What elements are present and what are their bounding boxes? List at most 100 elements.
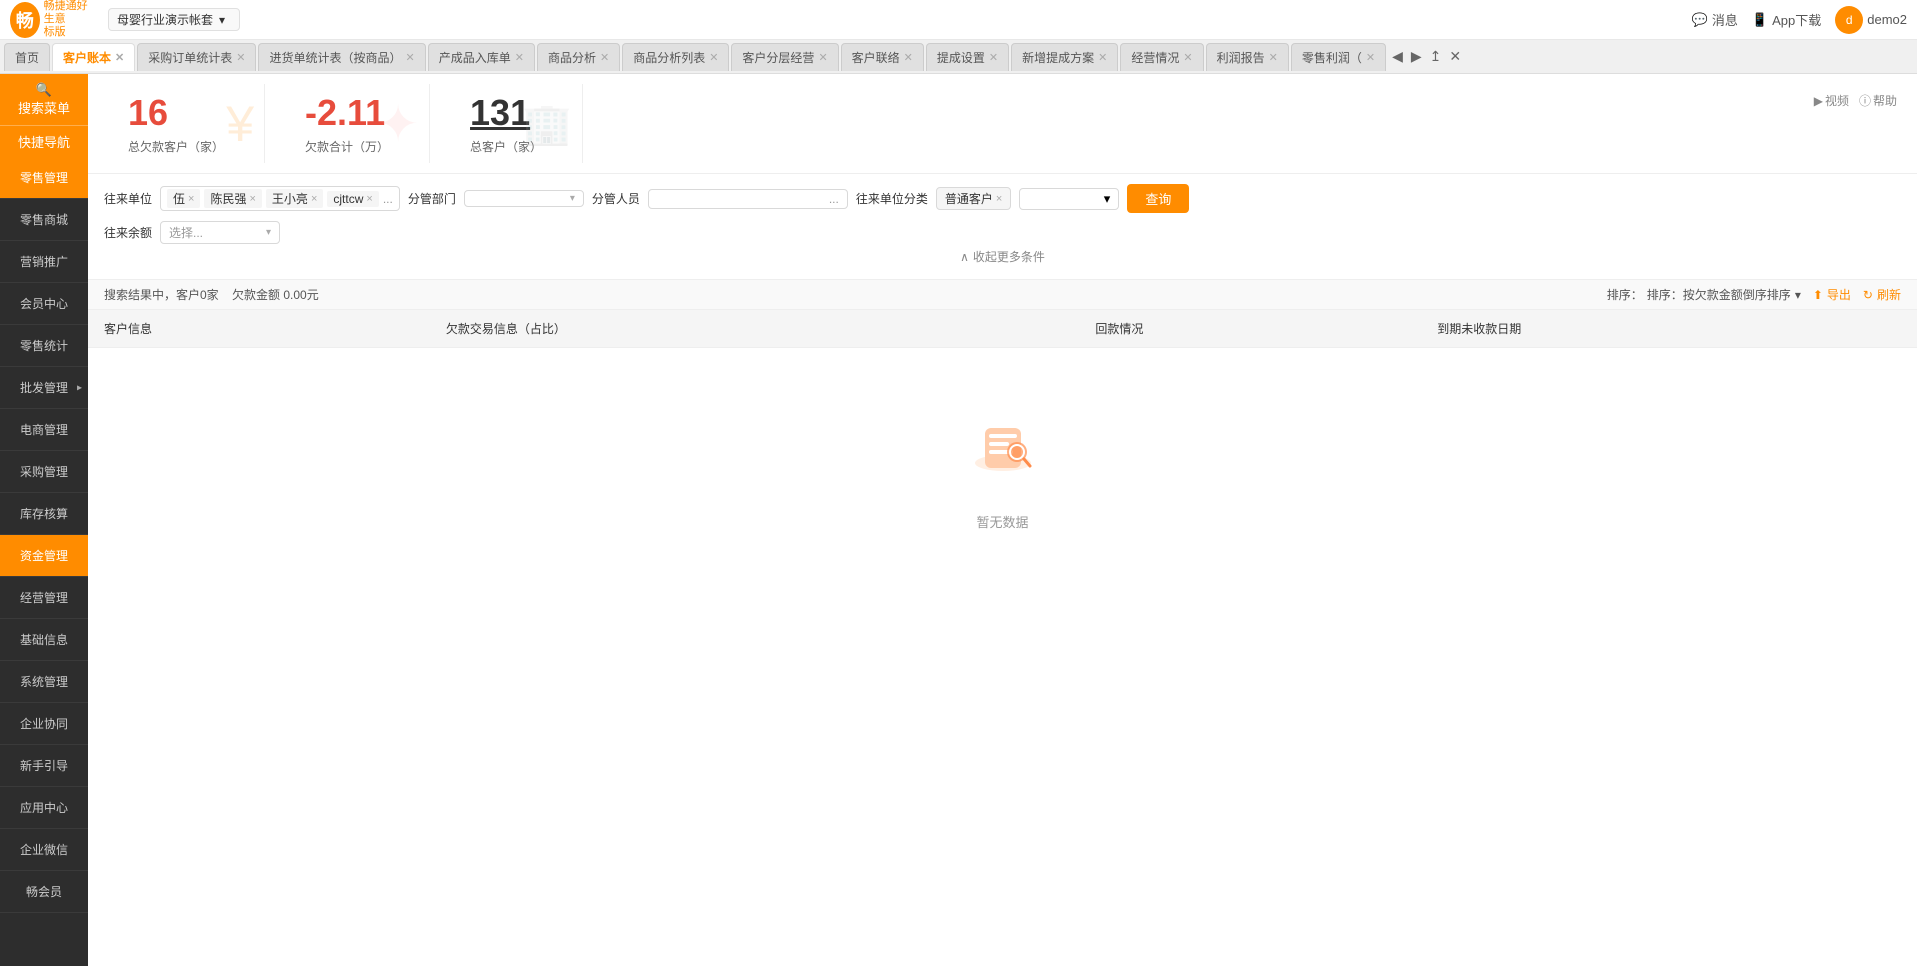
tab-nav-right[interactable]: ▶: [1407, 46, 1426, 67]
customer-type-tag: 普通客户 ×: [936, 187, 1011, 210]
stats-row: ¥ 16 总欠款客户（家） ✦ -2.11 欠款合计（万） 🏢 131 总客户（…: [88, 74, 1917, 174]
sidebar-item-member[interactable]: 会员中心: [0, 283, 88, 325]
tag-close-customertype[interactable]: ×: [996, 193, 1002, 205]
doc-help-link[interactable]: ⓘ 帮助: [1859, 92, 1897, 109]
help-links: ▶ 视频 ⓘ 帮助: [1814, 84, 1897, 109]
app-download-button[interactable]: 📱 App下载: [1752, 10, 1821, 29]
video-help-link[interactable]: ▶ 视频: [1814, 92, 1849, 109]
tab-product-list[interactable]: 商品分析列表 ✕: [622, 43, 729, 71]
empty-illustration: [963, 408, 1043, 504]
sidebar-item-enterprise[interactable]: 企业协同: [0, 703, 88, 745]
balance-selector[interactable]: 选择... ▾: [160, 221, 280, 244]
tab-close-productlist[interactable]: ✕: [709, 51, 718, 64]
tab-customer-connect[interactable]: 客户联络 ✕: [841, 43, 924, 71]
tab-cost-inbound[interactable]: 产成品入库单 ✕: [428, 43, 535, 71]
tab-purchase-orders[interactable]: 采购订单统计表 ✕: [137, 43, 256, 71]
stat-owed-amount: ✦ -2.11 欠款合计（万）: [265, 84, 430, 163]
tab-promotion-settings[interactable]: 提成设置 ✕: [926, 43, 1009, 71]
tag-close-wang[interactable]: ×: [311, 193, 317, 205]
sidebar: 🔍 搜索菜单 快捷导航 零售管理 零售商城 营销推广 会员中心 零售统计 批发管…: [0, 74, 88, 966]
help-icon: ⓘ: [1859, 92, 1871, 109]
tab-close-inbound[interactable]: ✕: [406, 51, 415, 64]
manager-more[interactable]: ...: [829, 192, 839, 206]
filter-row-1: 往来单位 伍 × 陈民强 × 王小亮 × cjttcw: [104, 184, 1901, 213]
tab-close-retail[interactable]: ✕: [1366, 51, 1375, 64]
sidebar-item-wholesale[interactable]: 批发管理 ▸: [0, 367, 88, 409]
tab-close-purchase[interactable]: ✕: [236, 51, 245, 64]
query-button[interactable]: 查询: [1127, 184, 1189, 213]
chevron-down-icon: ▾: [219, 13, 225, 27]
total-customers-value: 131: [470, 92, 530, 134]
tab-customer-tier[interactable]: 客户分层经营 ✕: [731, 43, 838, 71]
tab-close-promo[interactable]: ✕: [989, 51, 998, 64]
manager-selector[interactable]: ...: [648, 189, 848, 209]
tab-home[interactable]: 首页: [4, 43, 50, 71]
results-info: 搜索结果中，客户0家 欠款金额 0.00元: [104, 286, 319, 303]
dept-selector[interactable]: ▾: [464, 190, 584, 207]
sidebar-item-system[interactable]: 系统管理: [0, 661, 88, 703]
sidebar-item-appcenter[interactable]: 应用中心: [0, 787, 88, 829]
sidebar-item-members[interactable]: 畅会员: [0, 871, 88, 913]
results-bar: 搜索结果中，客户0家 欠款金额 0.00元 排序： 排序：按欠款金额倒序排序 ▾…: [88, 280, 1917, 310]
customer-type-select[interactable]: ▾: [1019, 188, 1119, 210]
tab-close-all[interactable]: ✕: [1445, 46, 1465, 67]
avatar: d: [1835, 6, 1863, 34]
sidebar-item-ecommerce[interactable]: 电商管理: [0, 409, 88, 451]
main-layout: 🔍 搜索菜单 快捷导航 零售管理 零售商城 营销推广 会员中心 零售统计 批发管…: [0, 74, 1917, 966]
sidebar-item-retail-stats[interactable]: 零售统计: [0, 325, 88, 367]
tag-more[interactable]: ...: [383, 192, 393, 206]
sidebar-item-finance[interactable]: 资金管理: [0, 535, 88, 577]
tag-close-cjttcw[interactable]: ×: [366, 193, 372, 205]
tab-customers[interactable]: 客户账本 ✕: [52, 43, 135, 71]
refresh-icon: ↻: [1863, 288, 1873, 302]
sidebar-item-basic[interactable]: 基础信息: [0, 619, 88, 661]
app-icon: 📱: [1752, 12, 1768, 28]
sidebar-item-operations[interactable]: 经营管理: [0, 577, 88, 619]
user-avatar[interactable]: d demo2: [1835, 6, 1907, 34]
sidebar-item-guide[interactable]: 新手引导: [0, 745, 88, 787]
content-area: ¥ 16 总欠款客户（家） ✦ -2.11 欠款合计（万） 🏢 131 总客户（…: [88, 74, 1917, 966]
sidebar-item-marketing[interactable]: 营销推广: [0, 241, 88, 283]
stat-total-customers: 🏢 131 总客户（家）: [430, 84, 583, 163]
tab-inbound-stats[interactable]: 进货单统计表（按商品） ✕: [258, 43, 425, 71]
stat-owed-customers: ¥ 16 总欠款客户（家）: [108, 84, 265, 163]
tab-close-newpromo[interactable]: ✕: [1098, 51, 1107, 64]
tab-close-profit[interactable]: ✕: [1269, 51, 1278, 64]
owed-customers-value: 16: [128, 92, 168, 134]
tab-new-promotion[interactable]: 新增提成方案 ✕: [1011, 43, 1118, 71]
tab-close-product[interactable]: ✕: [600, 51, 609, 64]
empty-svg-icon: [963, 408, 1043, 488]
sidebar-nav[interactable]: 快捷导航: [0, 125, 88, 157]
sort-selector[interactable]: 排序： 排序：按欠款金额倒序排序 ▾: [1607, 286, 1801, 303]
company-selector[interactable]: 母婴行业演示帐套 ▾: [108, 8, 240, 31]
sidebar-item-purchase[interactable]: 采购管理: [0, 451, 88, 493]
sort-dropdown-icon: ▾: [1795, 288, 1801, 302]
sidebar-item-retail[interactable]: 零售管理: [0, 157, 88, 199]
tab-close-connect[interactable]: ✕: [904, 51, 913, 64]
logo-area: 畅 畅捷通好生意 标版: [10, 0, 98, 39]
sidebar-item-wechat[interactable]: 企业微信: [0, 829, 88, 871]
tab-nav-up[interactable]: ↥: [1426, 46, 1446, 67]
tag-close-wu[interactable]: ×: [188, 193, 194, 205]
sidebar-item-retail-shop[interactable]: 零售商城: [0, 199, 88, 241]
tab-close-customers[interactable]: ✕: [115, 51, 124, 64]
refresh-button[interactable]: ↻ 刷新: [1863, 286, 1901, 303]
export-button[interactable]: ⬆ 导出: [1813, 286, 1851, 303]
tag-close-chen[interactable]: ×: [249, 193, 255, 205]
tab-profit-report[interactable]: 利润报告 ✕: [1206, 43, 1289, 71]
tab-operation[interactable]: 经营情况 ✕: [1120, 43, 1203, 71]
sidebar-search[interactable]: 🔍 搜索菜单: [0, 74, 88, 125]
collapse-more-button[interactable]: ∧ 收起更多条件: [104, 244, 1901, 269]
classification-dropdown-icon: ▾: [1104, 191, 1111, 207]
tab-close-oper[interactable]: ✕: [1183, 51, 1192, 64]
tab-close-tier[interactable]: ✕: [818, 51, 827, 64]
tab-product-analysis[interactable]: 商品分析 ✕: [537, 43, 620, 71]
message-button[interactable]: 💬 消息: [1692, 10, 1738, 29]
table-container: 客户信息 欠款交易信息（占比） 回款情况 到期未收款日期: [88, 310, 1917, 966]
chevron-right-icon: ▸: [77, 382, 82, 393]
tab-nav-left[interactable]: ◀: [1388, 46, 1407, 67]
sidebar-item-inventory[interactable]: 库存核算: [0, 493, 88, 535]
tab-retail-profit[interactable]: 零售利润（ ✕: [1291, 43, 1386, 71]
tab-close-cost[interactable]: ✕: [515, 51, 524, 64]
owed-customers-label: 总欠款客户（家）: [128, 138, 224, 155]
